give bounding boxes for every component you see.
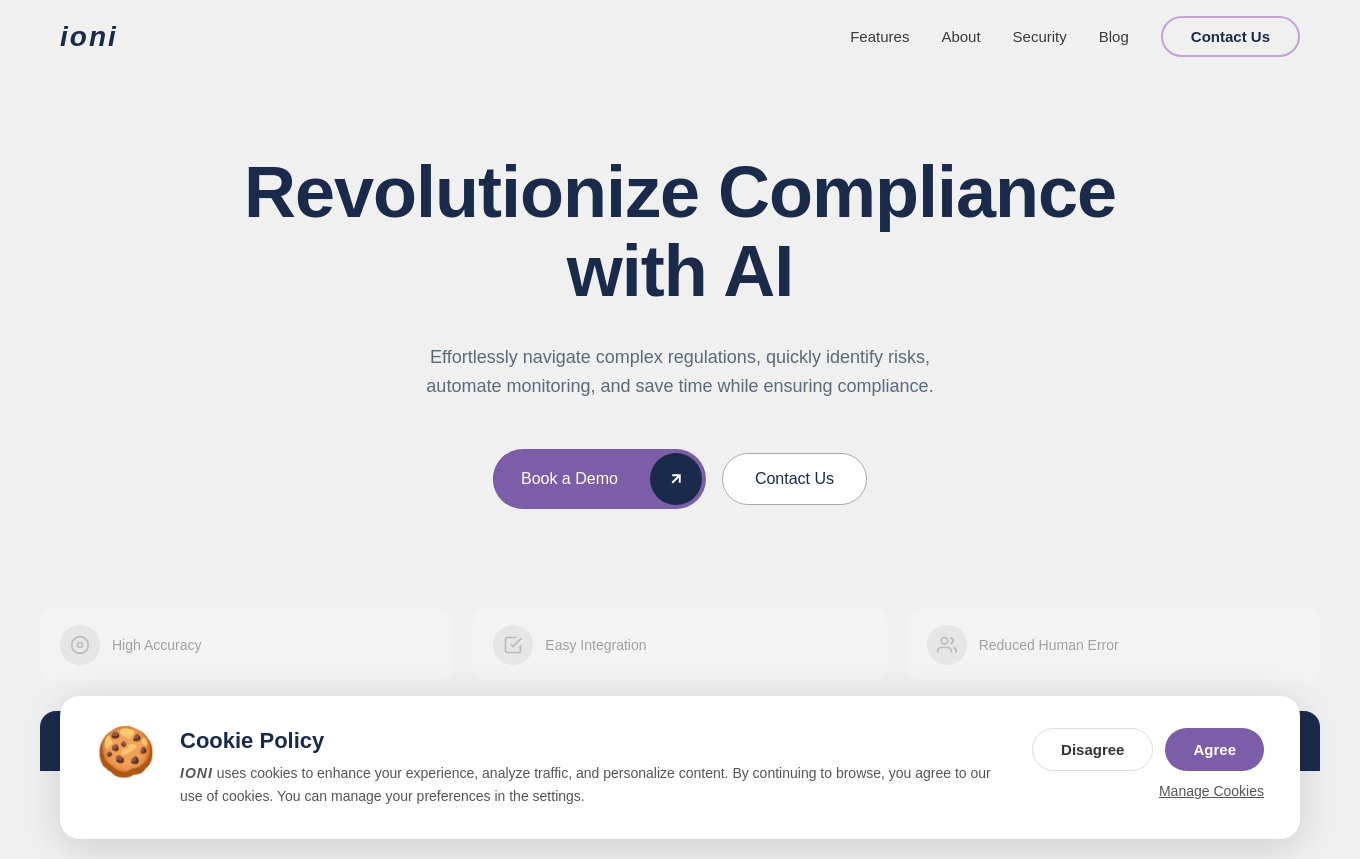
nav-contact-button[interactable]: Contact Us [1161, 16, 1300, 57]
cookie-body-text: uses cookies to enhance your experience,… [180, 765, 991, 803]
hero-buttons: Book a Demo Contact Us [493, 449, 867, 509]
nav-link-blog[interactable]: Blog [1099, 28, 1129, 45]
hero-title: Revolutionize Compliance with AI [230, 153, 1130, 311]
cookie-body: IONI uses cookies to enhance your experi… [180, 762, 1012, 807]
agree-button[interactable]: Agree [1165, 728, 1264, 771]
nav-links: Features About Security Blog Contact Us [850, 16, 1300, 57]
cookie-title: Cookie Policy [180, 728, 1012, 754]
nav-link-about[interactable]: About [941, 28, 980, 45]
feature-high-accuracy: High Accuracy [40, 609, 453, 681]
manage-cookies-button[interactable]: Manage Cookies [1159, 783, 1264, 799]
nav-link-features[interactable]: Features [850, 28, 909, 45]
book-demo-label: Book a Demo [493, 454, 646, 504]
feature-reduced-human-error: Reduced Human Error [907, 609, 1320, 681]
cookie-buttons-row: Disagree Agree [1032, 728, 1264, 771]
hero-section: Revolutionize Compliance with AI Effortl… [0, 73, 1360, 569]
easy-integration-icon [493, 625, 533, 665]
hero-contact-us-button[interactable]: Contact Us [722, 453, 867, 505]
high-accuracy-icon [60, 625, 100, 665]
book-demo-button[interactable]: Book a Demo [493, 449, 706, 509]
svg-point-1 [72, 637, 89, 654]
svg-point-2 [78, 642, 83, 647]
cookie-actions: Disagree Agree Manage Cookies [1032, 728, 1264, 799]
svg-line-0 [672, 475, 680, 483]
navbar: ioni Features About Security Blog Contac… [0, 0, 1360, 73]
feature-label-high-accuracy: High Accuracy [112, 637, 201, 653]
disagree-button[interactable]: Disagree [1032, 728, 1153, 771]
arrow-icon [650, 453, 702, 505]
logo: ioni [60, 21, 118, 53]
feature-label-easy-integration: Easy Integration [545, 637, 646, 653]
cookie-brand: IONI [180, 765, 213, 781]
cookie-banner: 🍪 Cookie Policy IONI uses cookies to enh… [60, 696, 1300, 839]
reduced-human-error-icon [927, 625, 967, 665]
feature-easy-integration: Easy Integration [473, 609, 886, 681]
feature-label-reduced-human-error: Reduced Human Error [979, 637, 1119, 653]
hero-subtitle: Effortlessly navigate complex regulation… [400, 343, 960, 401]
svg-point-3 [941, 637, 948, 644]
nav-link-security[interactable]: Security [1013, 28, 1067, 45]
cookie-overlay: 🍪 Cookie Policy IONI uses cookies to enh… [0, 676, 1360, 859]
cookie-icon: 🍪 [96, 728, 160, 792]
